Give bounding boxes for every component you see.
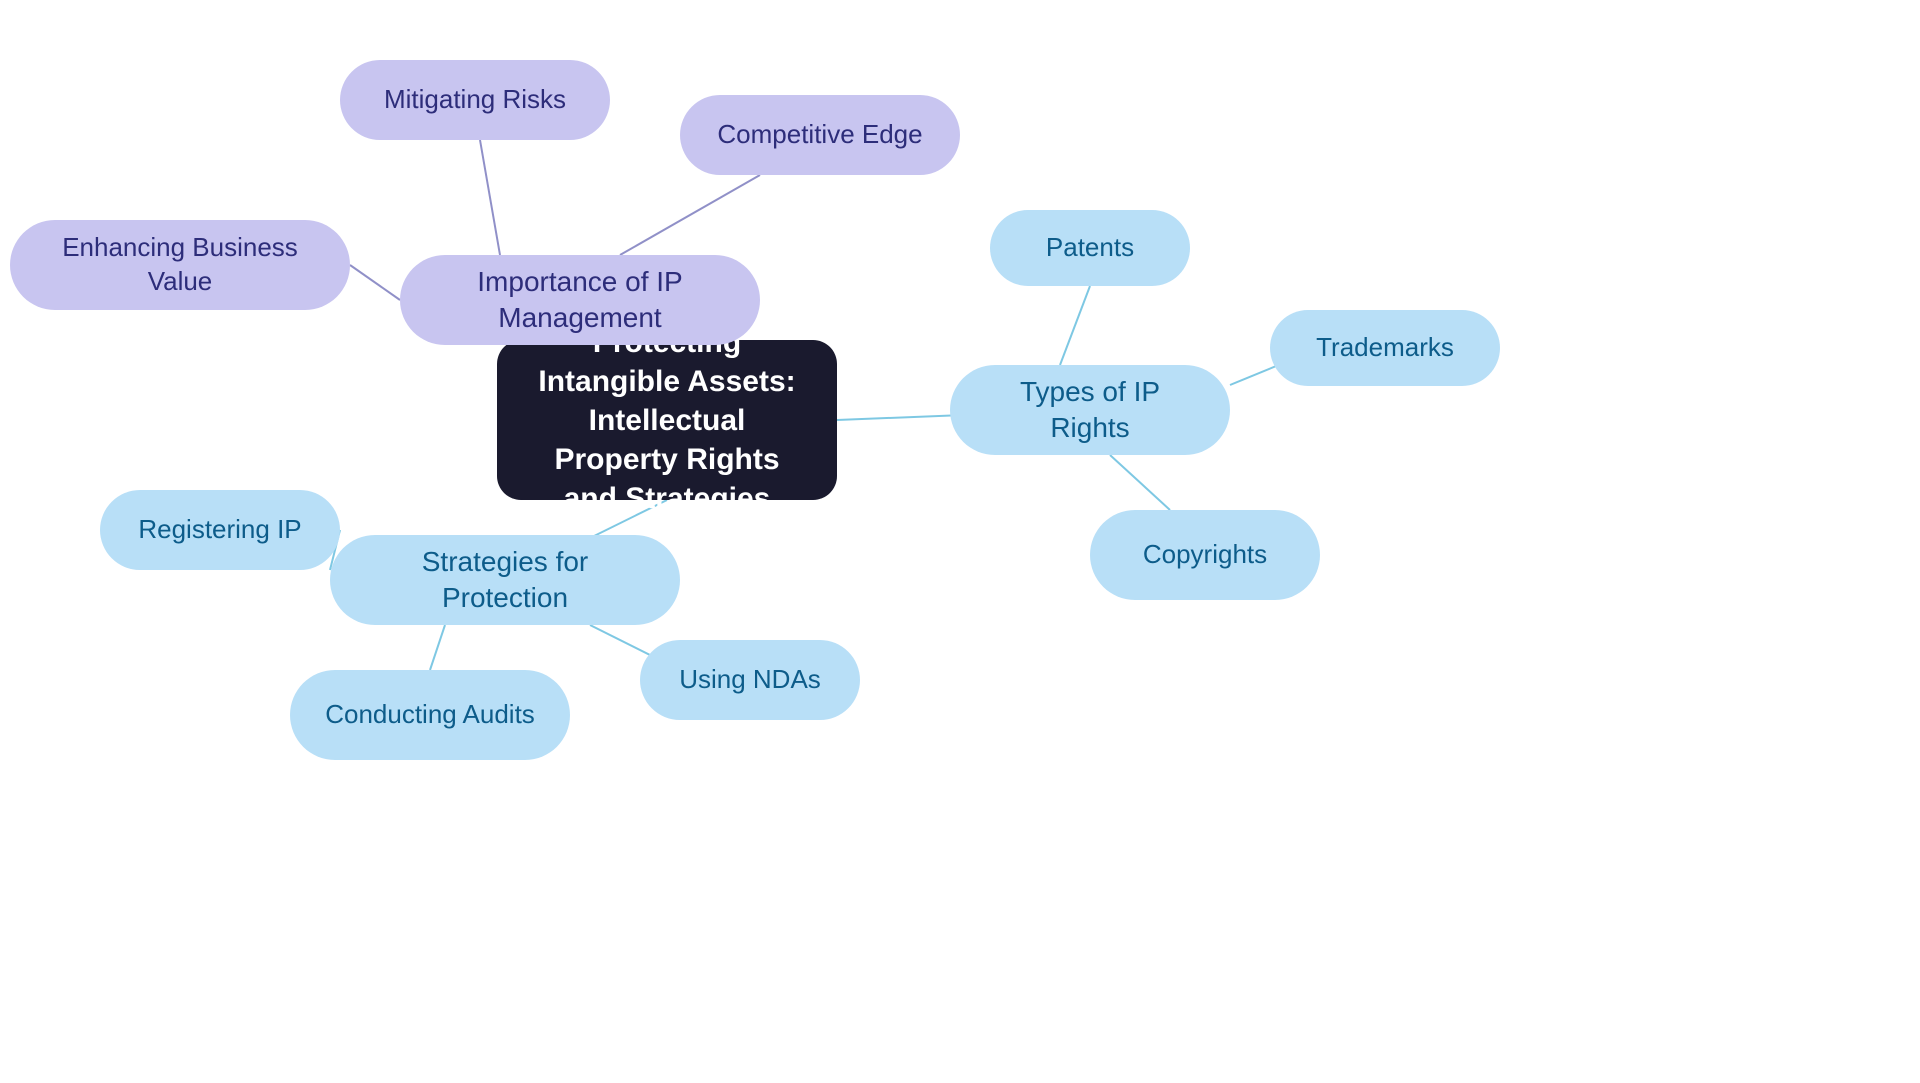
types-node[interactable]: Types of IP Rights xyxy=(950,365,1230,455)
importance-node[interactable]: Importance of IP Management xyxy=(400,255,760,345)
trademarks-node[interactable]: Trademarks xyxy=(1270,310,1500,386)
patents-node[interactable]: Patents xyxy=(990,210,1190,286)
copyrights-node[interactable]: Copyrights xyxy=(1090,510,1320,600)
registering-node[interactable]: Registering IP xyxy=(100,490,340,570)
strategies-node[interactable]: Strategies for Protection xyxy=(330,535,680,625)
mitigating-node[interactable]: Mitigating Risks xyxy=(340,60,610,140)
ndas-node[interactable]: Using NDAs xyxy=(640,640,860,720)
enhancing-node[interactable]: Enhancing Business Value xyxy=(10,220,350,310)
competitive-node[interactable]: Competitive Edge xyxy=(680,95,960,175)
central-node: Protecting Intangible Assets: Intellectu… xyxy=(497,340,837,500)
audits-node[interactable]: Conducting Audits xyxy=(290,670,570,760)
